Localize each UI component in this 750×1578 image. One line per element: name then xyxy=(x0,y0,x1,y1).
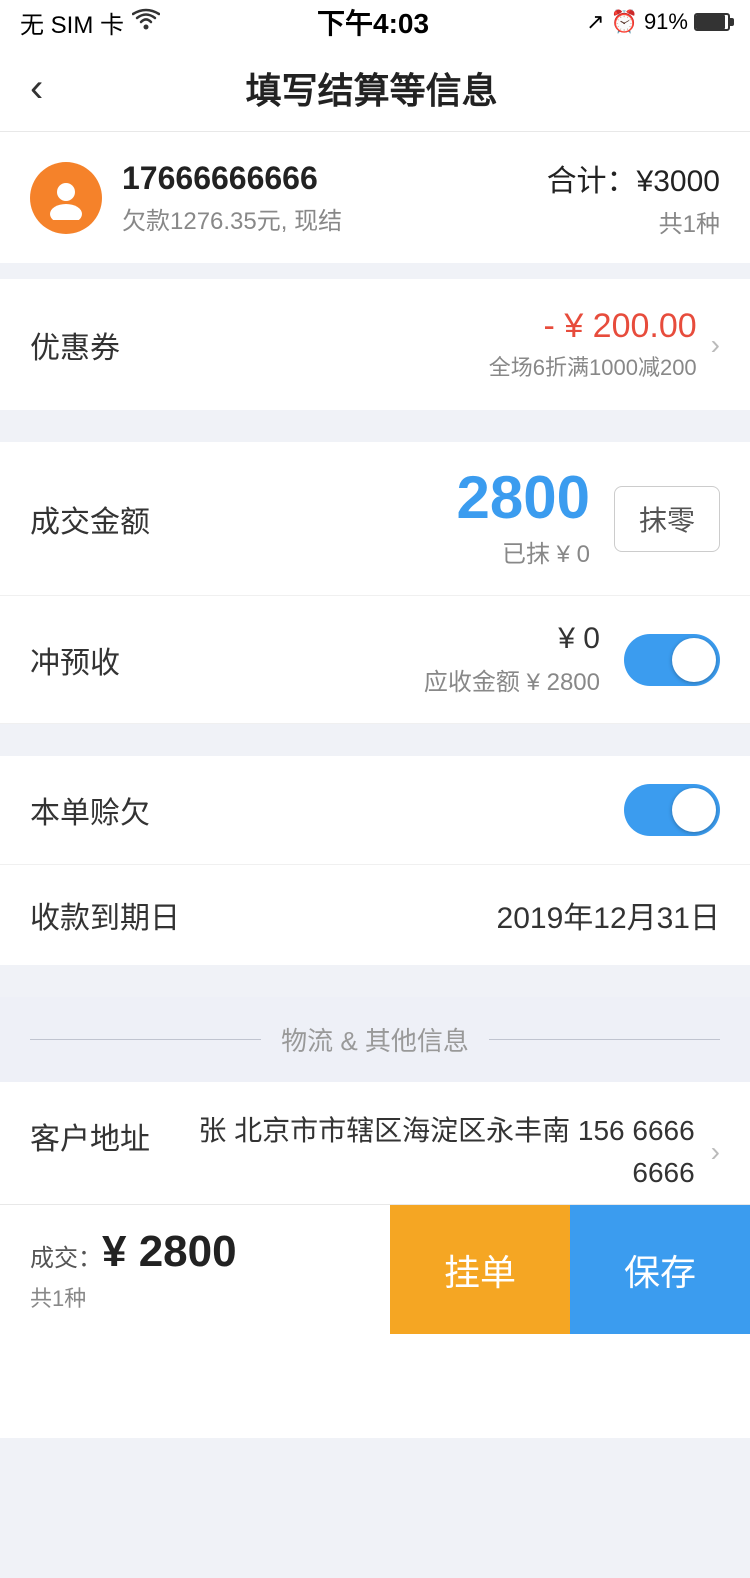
bottom-count: 共1种 xyxy=(30,1281,360,1313)
address-value: 张 北京市市辖区海淀区永丰南 156 6666 6666 xyxy=(195,1110,695,1194)
back-button[interactable]: ‹ xyxy=(30,68,43,108)
round-off-button[interactable]: 抹零 xyxy=(614,486,720,552)
address-chevron-icon: › xyxy=(711,1136,720,1168)
chevron-icon: › xyxy=(711,329,720,361)
sep-line-right xyxy=(489,1039,720,1040)
deal-number: 2800 xyxy=(457,468,590,528)
nav-bar: ‹ 填写结算等信息 xyxy=(0,44,750,132)
sep-line-left xyxy=(30,1039,261,1040)
user-card: 17666666666 欠款1276.35元, 现结 合计：¥3000 共1种 xyxy=(0,132,750,263)
deal-section: 成交金额 2800 已抹 ¥ 0 抹零 冲预收 ¥ 0 应收金额 ¥ 2800 xyxy=(0,442,750,724)
bottom-bar: 成交： ¥ 2800 共1种 挂单 保存 xyxy=(0,1204,750,1334)
deal-amount-row: 成交金额 2800 已抹 ¥ 0 抹零 xyxy=(0,442,750,596)
alarm-icon: ⏰ xyxy=(611,9,638,35)
due-date-value: 2019年12月31日 xyxy=(497,893,720,937)
due-date-row: 收款到期日 2019年12月31日 xyxy=(0,865,750,965)
status-right: ↗ ⏰ 91% xyxy=(586,9,730,35)
coupon-amount: - ¥ 200.00 xyxy=(489,307,697,346)
hold-button[interactable]: 挂单 xyxy=(390,1205,570,1334)
sep-label: 物流 & 其他信息 xyxy=(281,1021,469,1058)
toggle-knob xyxy=(672,638,716,682)
prepayment-amount: ¥ 0 xyxy=(424,622,600,656)
deal-sub: 已抹 ¥ 0 xyxy=(457,534,590,569)
due-date-label: 收款到期日 xyxy=(30,893,180,937)
status-bar: 无 SIM 卡 下午4:03 ↗ ⏰ 91% xyxy=(0,0,750,44)
address-section: 客户地址 张 北京市市辖区海淀区永丰南 156 6666 6666 › xyxy=(0,1082,750,1222)
battery-percent: 91% xyxy=(644,9,688,35)
bottom-amount: ¥ 2800 xyxy=(102,1227,237,1277)
status-time: 下午4:03 xyxy=(317,2,429,42)
coupon-row[interactable]: 优惠券 - ¥ 200.00 全场6折满1000减200 › xyxy=(0,279,750,410)
toggle-knob-2 xyxy=(672,788,716,832)
divider-2 xyxy=(0,740,750,756)
location-icon: ↗ xyxy=(586,9,604,35)
coupon-label: 优惠券 xyxy=(30,323,120,367)
address-row[interactable]: 客户地址 张 北京市市辖区海淀区永丰南 156 6666 6666 › xyxy=(0,1082,750,1222)
prepayment-sub: 应收金额 ¥ 2800 xyxy=(424,662,600,697)
avatar xyxy=(30,162,102,234)
wifi-icon xyxy=(132,8,160,37)
user-debt: 欠款1276.35元, 现结 xyxy=(122,201,342,236)
coupon-section: 优惠券 - ¥ 200.00 全场6折满1000减200 › xyxy=(0,279,750,410)
save-button[interactable]: 保存 xyxy=(570,1205,750,1334)
status-left: 无 SIM 卡 xyxy=(20,5,160,40)
logistics-separator: 物流 & 其他信息 xyxy=(0,997,750,1082)
bottom-info: 成交： ¥ 2800 共1种 xyxy=(0,1205,390,1334)
credit-label: 本单赊欠 xyxy=(30,788,150,832)
divider-1 xyxy=(0,426,750,442)
credit-toggle[interactable] xyxy=(624,784,720,836)
credit-section: 本单赊欠 收款到期日 2019年12月31日 xyxy=(0,756,750,965)
battery-icon xyxy=(694,13,730,31)
prepayment-toggle[interactable] xyxy=(624,634,720,686)
bottom-deal-label: 成交： xyxy=(30,1238,102,1273)
content-area: 17666666666 欠款1276.35元, 现结 合计：¥3000 共1种 … xyxy=(0,132,750,1578)
coupon-desc: 全场6折满1000减200 xyxy=(489,350,697,382)
divider-3 xyxy=(0,981,750,997)
total-count: 共1种 xyxy=(547,204,720,239)
page-title: 填写结算等信息 xyxy=(63,62,680,114)
prepayment-label: 冲预收 xyxy=(30,638,120,682)
total-amount: 合计：¥3000 xyxy=(547,156,720,200)
bottom-deal-row: 成交： ¥ 2800 xyxy=(30,1227,360,1277)
deal-amount-label: 成交金额 xyxy=(30,497,150,541)
prepayment-row: 冲预收 ¥ 0 应收金额 ¥ 2800 xyxy=(0,596,750,724)
credit-row: 本单赊欠 xyxy=(0,756,750,865)
carrier-label: 无 SIM 卡 xyxy=(20,5,124,40)
user-total: 合计：¥3000 共1种 xyxy=(547,156,720,239)
address-label: 客户地址 xyxy=(30,1110,150,1158)
user-phone: 17666666666 xyxy=(122,160,342,197)
